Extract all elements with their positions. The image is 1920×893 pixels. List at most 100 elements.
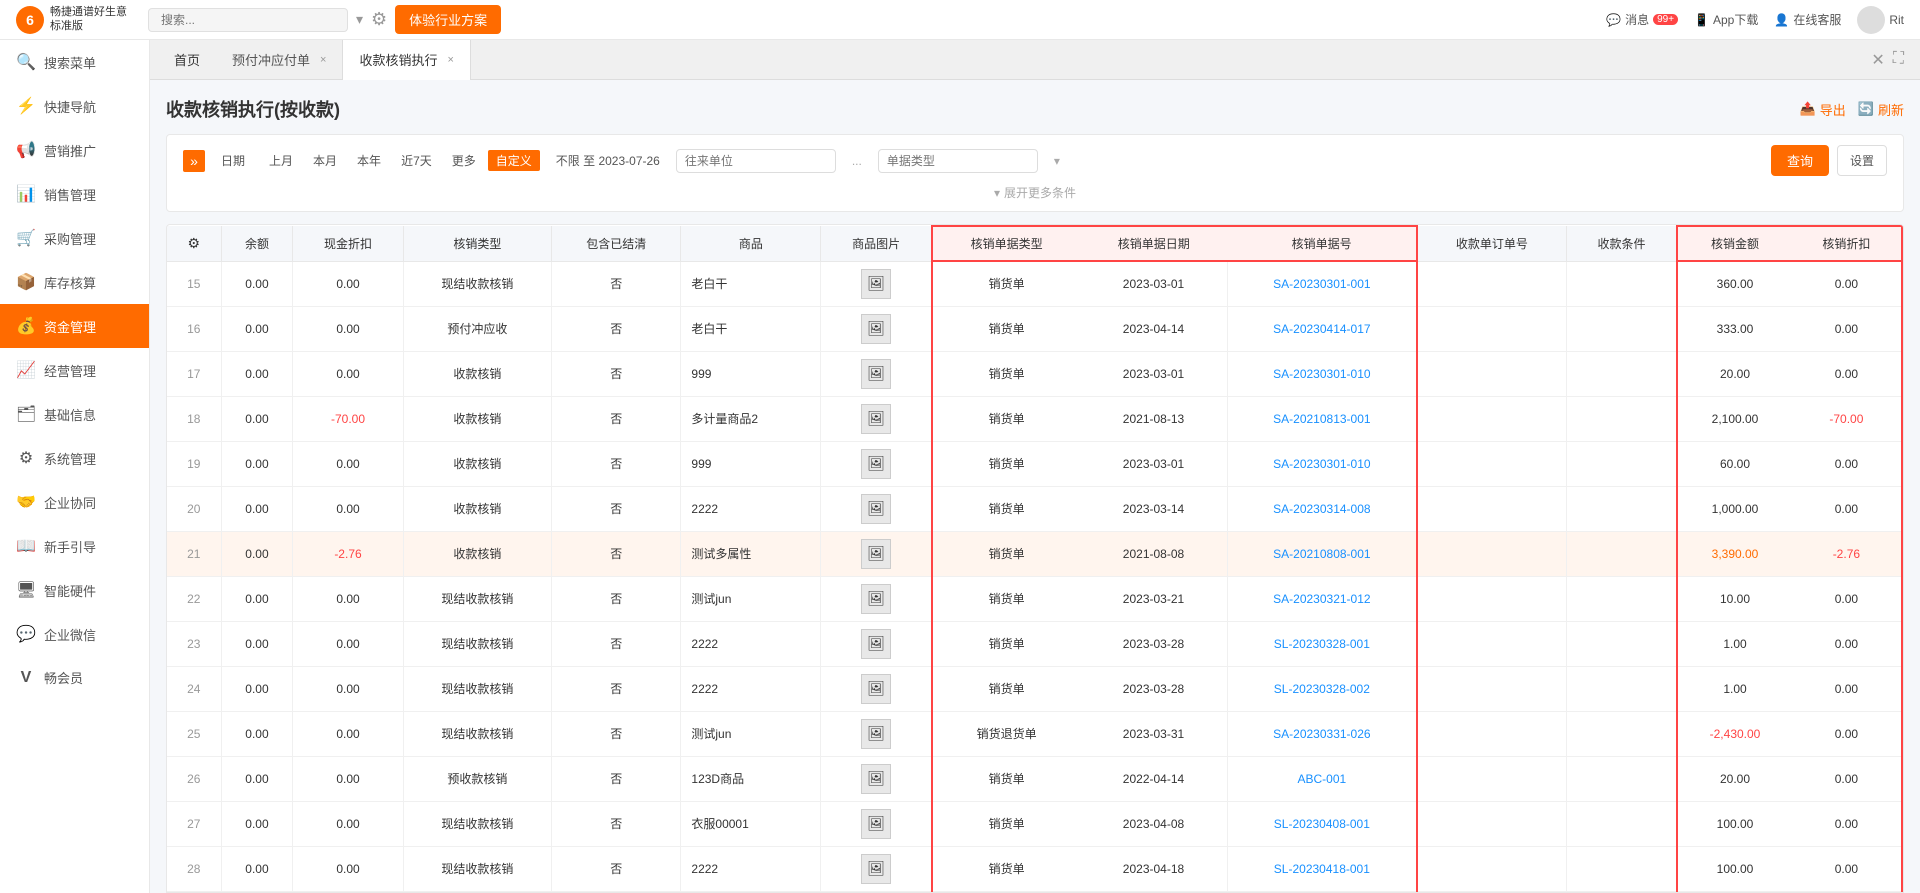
included-cell: 否	[552, 621, 681, 666]
voucher-no-cell[interactable]: SA-20230321-012	[1227, 576, 1417, 621]
tab-prepay[interactable]: 预付冲应付单 ×	[216, 40, 343, 80]
date-option-7days[interactable]: 近7天	[393, 150, 440, 171]
cash-discount-cell: 0.00	[293, 306, 403, 351]
close-tab1-icon[interactable]: ×	[320, 54, 326, 66]
sidebar-item-member[interactable]: V 畅会员	[0, 656, 149, 699]
sidebar-item-basic-info[interactable]: 🗂 基础信息	[0, 392, 149, 436]
filter-bar: » 日期 上月 本月 本年 近7天 更多 自定义 不限 至 2023-07-26…	[166, 134, 1904, 212]
voucher-no-cell[interactable]: ABC-001	[1227, 756, 1417, 801]
refresh-btn[interactable]: 🔄 刷新	[1858, 100, 1904, 119]
query-btn[interactable]: 查询	[1771, 145, 1829, 176]
sidebar-item-system[interactable]: ⚙ 系统管理	[0, 436, 149, 480]
voucher-no-cell[interactable]: SA-20210808-001	[1227, 531, 1417, 576]
voucher-no-cell[interactable]: SA-20230301-010	[1227, 441, 1417, 486]
table-row: 22 0.00 0.00 现结收款核销 否 测试jun 🖼 销货单 2023-0…	[167, 576, 1902, 621]
voucher-date-cell: 2023-03-01	[1080, 351, 1227, 396]
search-input[interactable]	[148, 8, 348, 32]
export-icon: 📤	[1800, 101, 1816, 117]
receipt-no-cell	[1417, 306, 1566, 351]
cash-discount-cell: 0.00	[293, 351, 403, 396]
filter-expand-btn[interactable]: »	[183, 150, 205, 172]
sidebar-item-search[interactable]: 🔍 搜索菜单	[0, 40, 149, 84]
sidebar-item-guide[interactable]: 📖 新手引导	[0, 524, 149, 568]
col-amount: 核销金额	[1677, 226, 1791, 261]
row-id: 19	[167, 441, 221, 486]
table-row: 26 0.00 0.00 预收款核销 否 123D商品 🖼 销货单 2022-0…	[167, 756, 1902, 801]
date-option-this-year[interactable]: 本年	[349, 150, 389, 171]
goods-img-cell: 🖼	[821, 666, 932, 711]
table-row: 25 0.00 0.00 现结收款核销 否 测试jun 🖼 销货退货单 2023…	[167, 711, 1902, 756]
dropdown-arrow-icon: ▾	[1054, 154, 1060, 168]
voucher-type-input[interactable]	[878, 149, 1038, 173]
included-cell: 否	[552, 486, 681, 531]
partner-input[interactable]	[676, 149, 836, 173]
date-option-more[interactable]: 更多	[444, 150, 484, 171]
voucher-no-cell[interactable]: SA-20210813-001	[1227, 396, 1417, 441]
tab-bar: 首页 预付冲应付单 × 收款核销执行 × ✕ ⛶	[150, 40, 1920, 80]
voucher-no-cell[interactable]: SL-20230328-002	[1227, 666, 1417, 711]
sidebar-item-wechat[interactable]: 💬 企业微信	[0, 612, 149, 656]
col-gear[interactable]: ⚙	[167, 226, 221, 261]
sidebar-item-marketing[interactable]: 📢 营销推广	[0, 128, 149, 172]
voucher-no-cell[interactable]: SA-20230301-010	[1227, 351, 1417, 396]
date-custom-btn[interactable]: 自定义	[488, 150, 540, 171]
amount-cell: 1.00	[1677, 666, 1791, 711]
row-id: 26	[167, 756, 221, 801]
logo-text: 畅捷通谱好生意 标准版	[50, 6, 127, 32]
goods-cell: 2222	[681, 666, 821, 711]
type-cell: 收款核销	[403, 486, 551, 531]
sidebar-item-inventory[interactable]: 📦 库存核算	[0, 260, 149, 304]
sidebar-item-hardware[interactable]: 🖥 智能硬件	[0, 568, 149, 612]
export-btn[interactable]: 📤 导出	[1800, 100, 1846, 119]
voucher-no-cell[interactable]: SA-20230331-026	[1227, 711, 1417, 756]
settings-btn[interactable]: 设置	[1837, 145, 1887, 176]
industry-btn[interactable]: 体验行业方案	[395, 5, 501, 34]
close-window-icon[interactable]: ✕	[1871, 50, 1884, 70]
row-id: 24	[167, 666, 221, 711]
date-option-this-month[interactable]: 本月	[305, 150, 345, 171]
amount-cell: 1.00	[1677, 621, 1791, 666]
user-info[interactable]: Rit	[1857, 6, 1904, 34]
voucher-no-cell[interactable]: SA-20230314-008	[1227, 486, 1417, 531]
voucher-no-cell[interactable]: SL-20230418-001	[1227, 846, 1417, 891]
discount-cell: 0.00	[1792, 846, 1902, 891]
goods-cell: 2222	[681, 846, 821, 891]
sidebar-item-business[interactable]: 📈 经营管理	[0, 348, 149, 392]
cash-discount-cell: 0.00	[293, 486, 403, 531]
sidebar-item-quick-nav[interactable]: ⚡ 快捷导航	[0, 84, 149, 128]
voucher-no-cell[interactable]: SA-20230414-017	[1227, 306, 1417, 351]
sidebar-item-enterprise[interactable]: 🤝 企业协同	[0, 480, 149, 524]
voucher-no-cell[interactable]: SA-20230301-001	[1227, 261, 1417, 306]
money-icon: 💰	[16, 316, 36, 336]
cash-discount-cell: 0.00	[293, 846, 403, 891]
online-service-btn[interactable]: 👤 在线客服	[1774, 11, 1841, 28]
included-cell: 否	[552, 846, 681, 891]
cash-discount-cell: -70.00	[293, 396, 403, 441]
expand-more-btn[interactable]: ▾ 展开更多条件	[994, 184, 1076, 201]
messages-btn[interactable]: 💬 消息 99+	[1606, 11, 1678, 28]
date-option-last-month[interactable]: 上月	[261, 150, 301, 171]
receipt-no-cell	[1417, 711, 1566, 756]
settings-icon[interactable]: ⚙	[371, 9, 387, 30]
amount-cell: 2,100.00	[1677, 396, 1791, 441]
amount-cell: 1,000.00	[1677, 486, 1791, 531]
row-id: 15	[167, 261, 221, 306]
sidebar-item-finance[interactable]: 💰 资金管理	[0, 304, 149, 348]
tab-home[interactable]: 首页	[158, 40, 216, 80]
table-row: 17 0.00 0.00 收款核销 否 999 🖼 销货单 2023-03-01…	[167, 351, 1902, 396]
balance-cell: 0.00	[221, 711, 293, 756]
col-balance: 余额	[221, 226, 293, 261]
tab-receipt-verify[interactable]: 收款核销执行 ×	[343, 40, 470, 80]
table-row: 23 0.00 0.00 现结收款核销 否 2222 🖼 销货单 2023-03…	[167, 621, 1902, 666]
app-download-btn[interactable]: 📱 App下载	[1694, 11, 1758, 28]
close-tab2-icon[interactable]: ×	[447, 54, 453, 66]
sidebar-item-sales[interactable]: 📊 销售管理	[0, 172, 149, 216]
included-cell: 否	[552, 531, 681, 576]
col-voucher-date: 核销单据日期	[1080, 226, 1227, 261]
receipt-no-cell	[1417, 486, 1566, 531]
sidebar-item-purchase[interactable]: 🛒 采购管理	[0, 216, 149, 260]
dropdown-icon[interactable]: ▾	[356, 11, 363, 28]
voucher-no-cell[interactable]: SL-20230408-001	[1227, 801, 1417, 846]
voucher-no-cell[interactable]: SL-20230328-001	[1227, 621, 1417, 666]
maximize-icon[interactable]: ⛶	[1893, 50, 1904, 70]
